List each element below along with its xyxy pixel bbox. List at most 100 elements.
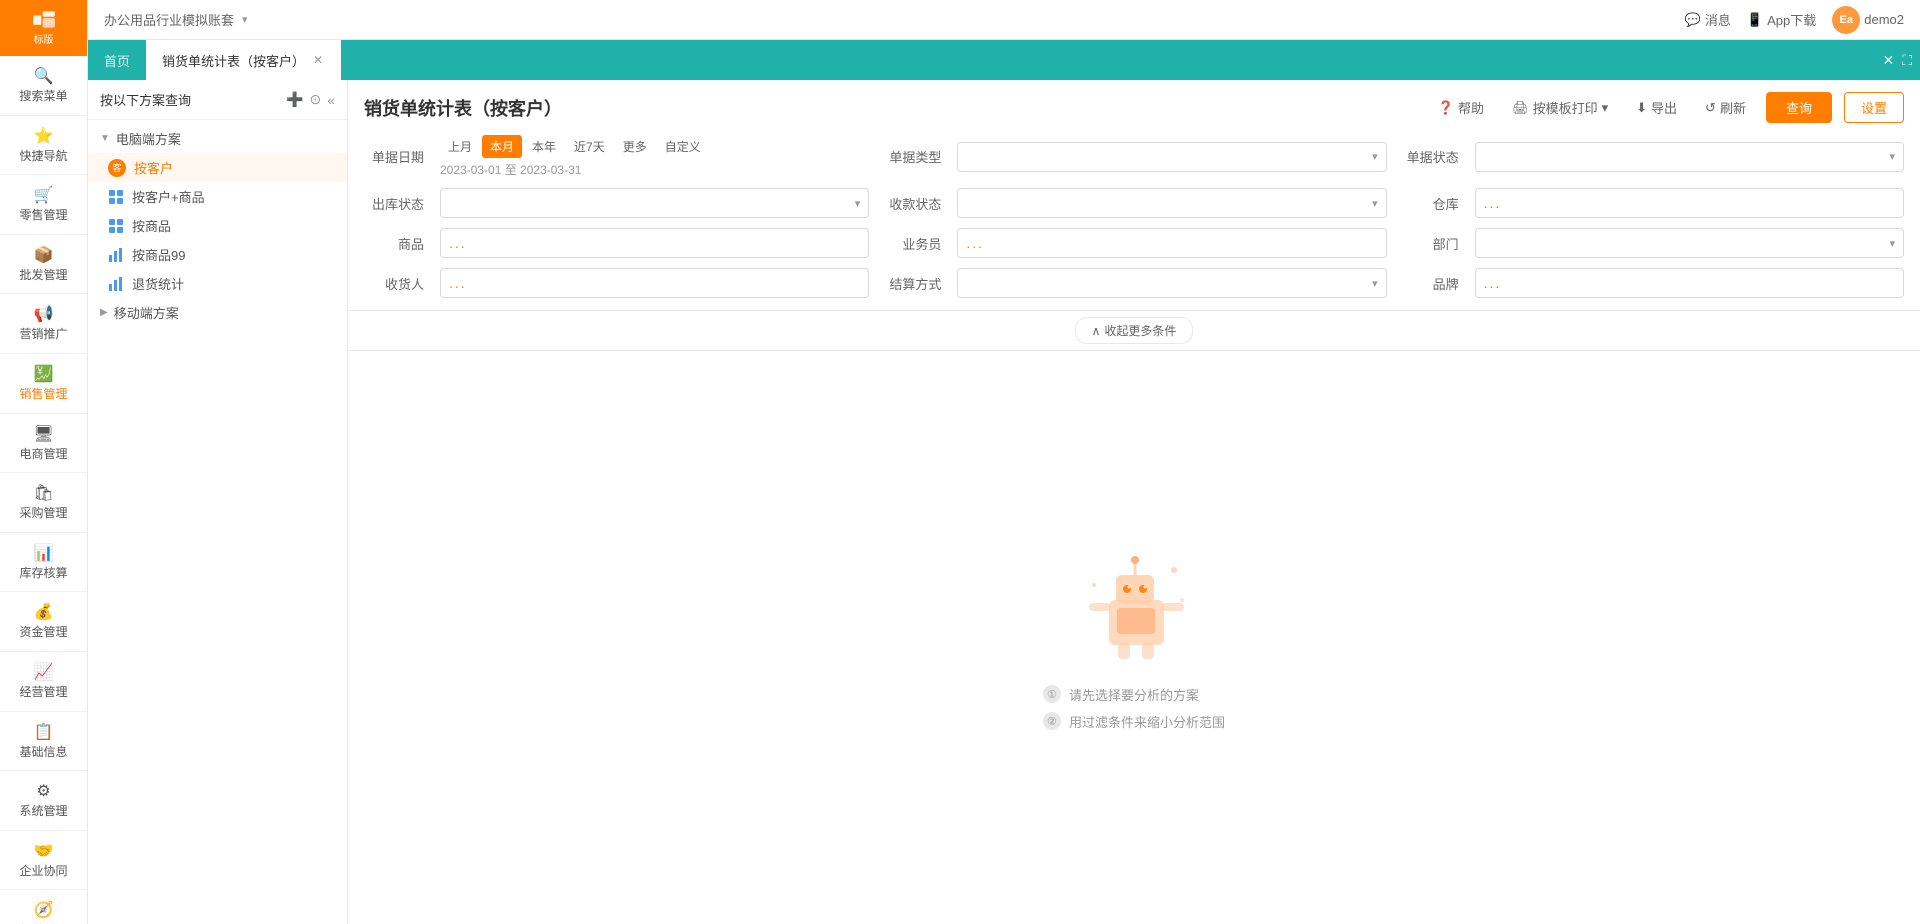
sales-icon: 💹	[34, 364, 54, 384]
date-tab-custom[interactable]: 自定义	[657, 135, 709, 158]
help-button[interactable]: ❓ 帮助	[1430, 94, 1492, 121]
tree-item-by-product[interactable]: 按商品	[88, 211, 347, 240]
out-status-field[interactable]: ▾	[440, 188, 869, 218]
sidebar-item-search[interactable]: 🔍 搜索菜单	[0, 56, 87, 116]
message-button[interactable]: 💬 消息	[1685, 10, 1731, 29]
cart-icon: 🛒	[34, 185, 54, 205]
bar-icon	[108, 247, 124, 263]
date-tab-last-month[interactable]: 上月	[440, 135, 480, 158]
print-icon: 🖨	[1512, 100, 1529, 116]
star-icon: ⭐	[34, 126, 54, 146]
sidebar-item-ecommerce[interactable]: 🖥 电商管理	[0, 414, 87, 474]
sidebar-item-retail[interactable]: 🛒 零售管理	[0, 175, 87, 235]
sidebar-item-purchase[interactable]: 🛍 采购管理	[0, 473, 87, 533]
sidebar-item-label: 电商管理	[19, 447, 67, 463]
brand-label: 品牌	[1399, 274, 1459, 293]
tree-item-by-product-99[interactable]: 按商品99	[88, 240, 347, 269]
sidebar-item-basic[interactable]: 📋 基础信息	[0, 712, 87, 772]
tab-close-icon[interactable]: ✕	[311, 52, 325, 68]
page-header-actions: ❓ 帮助 🖨 按模板打印 ▾ ⬇ 导出 ↺ 刷新	[1430, 92, 1904, 123]
refresh-button[interactable]: ↺ 刷新	[1697, 94, 1754, 121]
tab-maximize-icon[interactable]: ⛶	[1902, 52, 1912, 69]
user-profile[interactable]: Ea demo2	[1832, 6, 1904, 34]
sidebar-item-enterprise[interactable]: 🤝 企业协同	[0, 831, 87, 891]
out-status-label: 出库状态	[364, 194, 424, 213]
filter-row-1: 单据日期 上月 本月 本年 近7天 更多 自定义 2023-03-01 至 20…	[364, 135, 1904, 178]
sidebar-item-quicknav[interactable]: ⭐ 快捷导航	[0, 116, 87, 176]
sidebar-item-marketing[interactable]: 📢 营销推广	[0, 294, 87, 354]
sidebar-item-finance[interactable]: 💰 资金管理	[0, 592, 87, 652]
tab-home[interactable]: 首页	[88, 40, 146, 80]
filter-area: 单据日期 上月 本月 本年 近7天 更多 自定义 2023-03-01 至 20…	[348, 123, 1920, 311]
tree-desktop-group[interactable]: ▼ 电脑端方案	[88, 124, 347, 153]
collapse-button[interactable]: ∧ 收起更多条件	[1075, 317, 1194, 344]
sidebar-item-sales[interactable]: 💹 销售管理	[0, 354, 87, 414]
print-template-button[interactable]: 🖨 按模板打印 ▾	[1504, 94, 1616, 121]
page-title: 销货单统计表（按客户）	[364, 95, 562, 121]
doc-status-field[interactable]: ▾	[1475, 142, 1904, 172]
product-field[interactable]: ...	[440, 228, 869, 258]
left-panel-title: 按以下方案查询	[100, 90, 191, 109]
salesperson-label: 业务员	[881, 234, 941, 253]
tree-mobile-group[interactable]: ▶ 移动端方案	[88, 298, 347, 327]
app-download-button[interactable]: 📱 App下载	[1747, 10, 1816, 29]
warehouse-field[interactable]: ...	[1475, 188, 1904, 218]
logo-text: 标版	[34, 31, 54, 46]
department-field[interactable]: ▾	[1475, 228, 1904, 258]
recipient-field[interactable]: ...	[440, 268, 869, 298]
payment-status-field[interactable]: ▾	[957, 188, 1386, 218]
tab-close-all-icon[interactable]: ✕	[1882, 52, 1894, 69]
help-label: 帮助	[1458, 98, 1484, 117]
collapse-panel-icon[interactable]: «	[327, 92, 335, 108]
date-tab-more[interactable]: 更多	[615, 135, 655, 158]
breadcrumb-dropdown-icon[interactable]: ▾	[242, 13, 248, 26]
tree-item-customer-product[interactable]: 按客户+商品	[88, 182, 347, 211]
monitor-icon: 🖥	[33, 424, 53, 444]
tip-1-text: 请先选择要分析的方案	[1069, 685, 1199, 704]
app-download-label: App下载	[1767, 10, 1816, 29]
date-field-label: 单据日期	[364, 147, 424, 166]
settlement-label: 结算方式	[881, 274, 941, 293]
help-icon: ❓	[1438, 100, 1454, 116]
out-status-dropdown-icon: ▾	[855, 197, 861, 210]
sidebar-item-label: 企业协同	[19, 864, 67, 880]
user-name: demo2	[1864, 12, 1904, 27]
date-tab-7days[interactable]: 近7天	[566, 135, 613, 158]
sidebar-item-system[interactable]: ⚙ 系统管理	[0, 771, 87, 831]
doc-type-field[interactable]: ▾	[957, 142, 1386, 172]
tree-item-by-customer[interactable]: 客 按客户	[88, 153, 347, 182]
sidebar-item-wholesale[interactable]: 📦 批发管理	[0, 235, 87, 295]
tree-item-label: 按商品	[132, 216, 171, 235]
recipient-label: 收货人	[364, 274, 424, 293]
money-icon: 💰	[34, 602, 54, 622]
phone-icon: 📱	[1747, 12, 1763, 28]
compass-icon: 🧭	[34, 900, 54, 920]
doc-type-label: 单据类型	[881, 147, 941, 166]
main-content: 办公用品行业模拟账套 ▾ 💬 消息 📱 App下载 Ea demo2 首页	[88, 0, 1920, 924]
query-button[interactable]: 查询	[1766, 92, 1832, 123]
print-label: 按模板打印	[1533, 98, 1598, 117]
date-tab-this-month[interactable]: 本月	[482, 135, 522, 158]
filter-cell-recipient: 收货人 ...	[364, 268, 869, 298]
tab-sales-stats[interactable]: 销货单统计表（按客户） ✕	[146, 40, 341, 80]
sidebar-item-operation[interactable]: 📈 经营管理	[0, 652, 87, 712]
sidebar-item-inventory[interactable]: 📊 库存核算	[0, 533, 87, 593]
date-range-display: 2023-03-01 至 2023-03-31	[440, 161, 869, 178]
export-button[interactable]: ⬇ 导出	[1628, 94, 1685, 121]
sidebar-item-guide[interactable]: 🧭 新手引导	[0, 890, 87, 924]
add-scheme-icon[interactable]: ➕	[286, 91, 303, 108]
export-label: 导出	[1651, 98, 1677, 117]
sidebar-item-label: 批发管理	[19, 268, 67, 284]
filter-row-4: 收货人 ... 结算方式 ▾ 品牌	[364, 268, 1904, 298]
payment-status-label: 收款状态	[881, 194, 941, 213]
date-tab-this-year[interactable]: 本年	[524, 135, 564, 158]
settings-button[interactable]: 设置	[1844, 92, 1904, 123]
scheme-icon-customer: 客	[108, 159, 126, 177]
tree-item-refund-stats[interactable]: 退货统计	[88, 269, 347, 298]
salesperson-field[interactable]: ...	[957, 228, 1386, 258]
gear-icon: ⚙	[36, 781, 50, 801]
brand-field[interactable]: ...	[1475, 268, 1904, 298]
settings-scheme-icon[interactable]: ⊙	[309, 91, 321, 108]
filter-cell-doc-type: 单据类型 ▾	[881, 135, 1386, 178]
settlement-field[interactable]: ▾	[957, 268, 1386, 298]
